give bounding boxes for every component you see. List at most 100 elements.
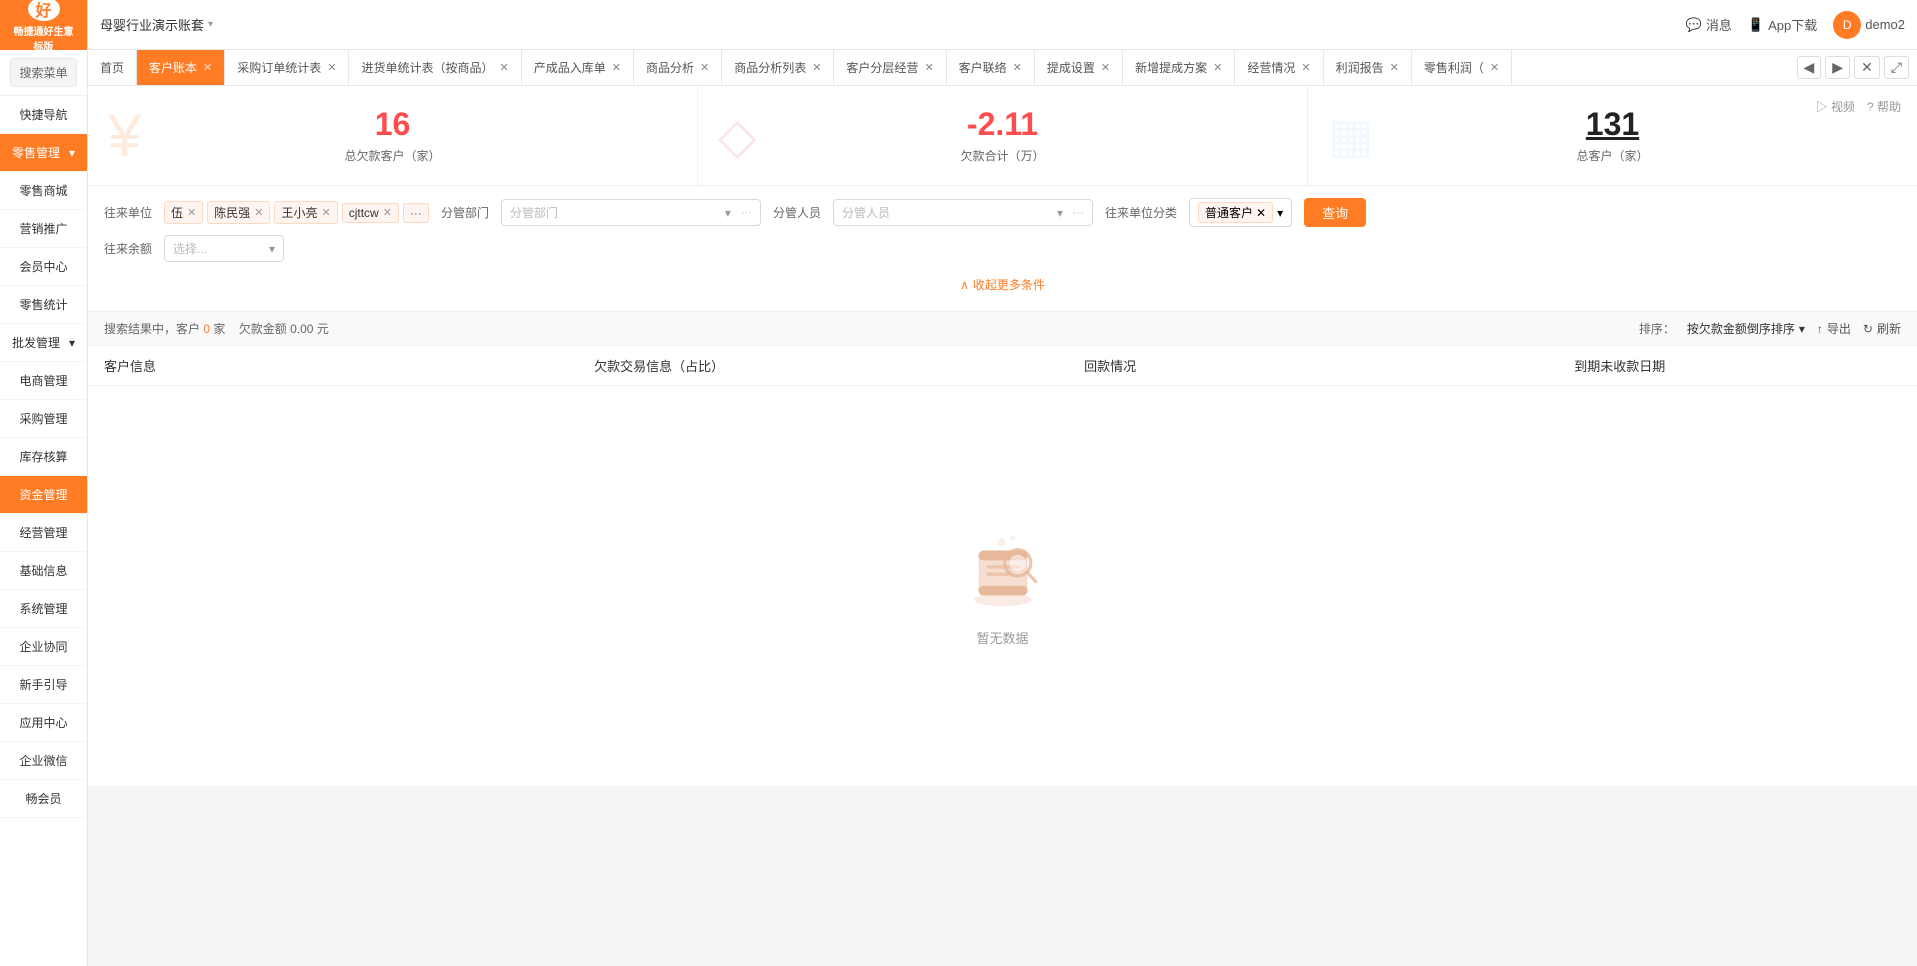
overdue-customers-label: 总欠款客户（家） [344,147,440,164]
export-button[interactable]: ↑ 导出 [1817,320,1851,337]
result-count: 0 [203,322,210,336]
sidebar-item-new-guide[interactable]: 新手引导 [0,666,87,704]
tag-close-wu[interactable]: ✕ [187,206,196,219]
tab-close-tips-setting[interactable]: ✕ [1101,61,1110,74]
sidebar-item-inventory[interactable]: 库存核算 [0,438,87,476]
unit-type-select[interactable]: 普通客户 ✕ ▾ [1189,198,1292,227]
balance-select[interactable]: 选择... ▾ [164,235,284,262]
tab-close-all-button[interactable]: ✕ [1854,56,1880,79]
sort-select[interactable]: 按欠款金额倒序排序 ▾ [1687,320,1805,337]
video-help-button[interactable]: ▷ 视频 [1816,98,1855,115]
tab-close-product-analysis-list[interactable]: ✕ [812,61,821,74]
sort-select-arrow-icon: ▾ [1799,322,1805,336]
tag-close-wangxiaoliang[interactable]: ✕ [322,206,331,219]
sidebar-item-nav[interactable]: 快捷导航 [0,96,87,134]
tab-close-purchase-order-stat[interactable]: ✕ [327,61,336,74]
overdue-amount-bg-icon: ◇ [718,107,756,165]
tab-tips-setting[interactable]: 提成设置 ✕ [1035,50,1123,86]
sidebar-item-finance[interactable]: 资金管理 [0,476,87,514]
tab-product-analysis-list[interactable]: 商品分析列表 ✕ [722,50,834,86]
query-button[interactable]: 查询 [1304,198,1366,227]
tab-customer-account[interactable]: 客户账本 ✕ [137,50,225,86]
tab-inbound-stat[interactable]: 进货单统计表（按商品） ✕ [349,50,521,86]
sidebar-item-sys-mgmt[interactable]: 系统管理 [0,590,87,628]
sidebar-item-app-center[interactable]: 应用中心 [0,704,87,742]
sidebar-item-marketing[interactable]: 营销推广 [0,210,87,248]
sidebar-item-batch-mgmt[interactable]: 批发管理 ▾ [0,324,87,362]
tab-close-inbound-stat[interactable]: ✕ [500,61,509,74]
tab-profit-report[interactable]: 利润报告 ✕ [1324,50,1412,86]
sidebar-item-retail-stat[interactable]: 零售统计 [0,286,87,324]
manager-select[interactable]: 分管人员 ▾ ··· [833,199,1093,226]
stat-total-customers: ▦ 131 总客户（家） ▷ 视频 ? 帮助 [1308,86,1917,185]
manager-label: 分管人员 [773,204,821,221]
tab-home[interactable]: 首页 [88,50,137,86]
sort-label: 排序： [1639,320,1675,337]
sidebar-item-operation[interactable]: 经营管理 [0,514,87,552]
user-menu[interactable]: D demo2 [1833,11,1905,39]
unit-type-tag-close[interactable]: ✕ [1256,206,1266,220]
export-icon: ↑ [1817,322,1823,336]
stat-overdue-amount-content: -2.11 欠款合计（万） [960,107,1044,163]
sidebar-item-zero-mall[interactable]: 零售商城 [0,172,87,210]
dept-select-arrow-icon: ▾ [725,206,731,220]
app-download-button[interactable]: 📱 App下载 [1748,15,1817,34]
tag-close-cjttcw[interactable]: ✕ [383,206,392,219]
app-logo: 好 畅捷通好生意 标版 [0,0,87,50]
belong-unit-tags: 伍 ✕ 陈民强 ✕ 王小亮 ✕ cjttcw ✕ [164,201,429,224]
tab-add-tips-plan[interactable]: 新增提成方案 ✕ [1123,50,1235,86]
sidebar-item-basic-info[interactable]: 基础信息 [0,552,87,590]
balance-arrow-icon: ▾ [269,242,275,256]
tab-close-product-analysis[interactable]: ✕ [700,61,709,74]
search-menu-button[interactable]: 搜索菜单 [10,58,77,87]
tab-customer-contact[interactable]: 客户联络 ✕ [947,50,1035,86]
tab-close-customer-account[interactable]: ✕ [203,61,212,74]
sidebar-item-member[interactable]: 会员中心 [0,248,87,286]
dept-select[interactable]: 分管部门 ▾ ··· [501,199,761,226]
stat-overdue-customers-content: 16 总欠款客户（家） [344,107,440,163]
tab-close-retail-profit[interactable]: ✕ [1490,61,1499,74]
tab-maximize-button[interactable]: ⤢ [1884,56,1909,79]
result-actions: 排序： 按欠款金额倒序排序 ▾ ↑ 导出 ↻ 刷新 [1639,320,1901,337]
help-button[interactable]: ? 帮助 [1867,98,1901,115]
tag-close-chenminqiang[interactable]: ✕ [254,206,263,219]
refresh-button[interactable]: ↻ 刷新 [1863,320,1901,337]
tab-prev-button[interactable]: ◀ [1797,56,1822,79]
sidebar-item-zero-retail[interactable]: 零售管理 ▾ [0,134,87,172]
balance-label: 往来余额 [104,240,152,257]
tab-close-add-tips-plan[interactable]: ✕ [1213,61,1222,74]
tab-close-product-inbound[interactable]: ✕ [612,61,621,74]
tab-purchase-order-stat[interactable]: 采购订单统计表 ✕ [225,50,349,86]
sidebar-item-super-member[interactable]: 畅会员 [0,780,87,818]
sidebar-item-corp-collab[interactable]: 企业协同 [0,628,87,666]
stats-row: ¥ 16 总欠款客户（家） ◇ -2.11 欠款合计（万） ▦ [88,86,1917,186]
stat-total-customers-content: 131 总客户（家） [1576,107,1648,163]
tab-product-inbound[interactable]: 产成品入库单 ✕ [522,50,634,86]
belong-unit-label: 往来单位 [104,204,152,221]
collapse-button[interactable]: ∧ 收起更多条件 [104,270,1901,299]
tab-next-button[interactable]: ▶ [1825,56,1850,79]
tab-close-customer-tier[interactable]: ✕ [924,61,933,74]
tab-close-customer-contact[interactable]: ✕ [1013,61,1022,74]
tab-operation-status[interactable]: 经营情况 ✕ [1235,50,1323,86]
message-button[interactable]: 💬 消息 [1686,15,1732,34]
result-info: 搜索结果中，客户 0 家 欠款金额 0.00 元 [104,320,329,337]
unit-type-label: 往来单位分类 [1105,204,1177,221]
filter-tag-more[interactable]: ··· [403,203,429,223]
result-bar: 搜索结果中，客户 0 家 欠款金额 0.00 元 排序： 按欠款金额倒序排序 ▾ [88,312,1917,346]
topbar-left: 母婴行业演示账套 ▾ [100,15,213,34]
account-selector[interactable]: 母婴行业演示账套 ▾ [100,15,213,34]
tab-close-profit-report[interactable]: ✕ [1390,61,1399,74]
tab-close-operation-status[interactable]: ✕ [1301,61,1310,74]
filter-row-2: 往来余额 选择... ▾ [104,235,1901,262]
sidebar-item-purchase[interactable]: 采购管理 [0,400,87,438]
tab-customer-tier[interactable]: 客户分层经营 ✕ [834,50,946,86]
sidebar-item-ecommerce[interactable]: 电商管理 [0,362,87,400]
table-header: 客户信息 欠款交易信息（占比） 回款情况 到期未收款日期 [88,346,1917,386]
tab-product-analysis[interactable]: 商品分析 ✕ [634,50,722,86]
sidebar-item-corp-wechat[interactable]: 企业微信 [0,742,87,780]
tab-retail-profit[interactable]: 零售利润（ ✕ [1412,50,1512,86]
table-col-due-date: 到期未收款日期 [1574,356,1901,375]
empty-text: 暂无数据 [976,628,1028,647]
manager-select-dots: ··· [1073,207,1084,219]
